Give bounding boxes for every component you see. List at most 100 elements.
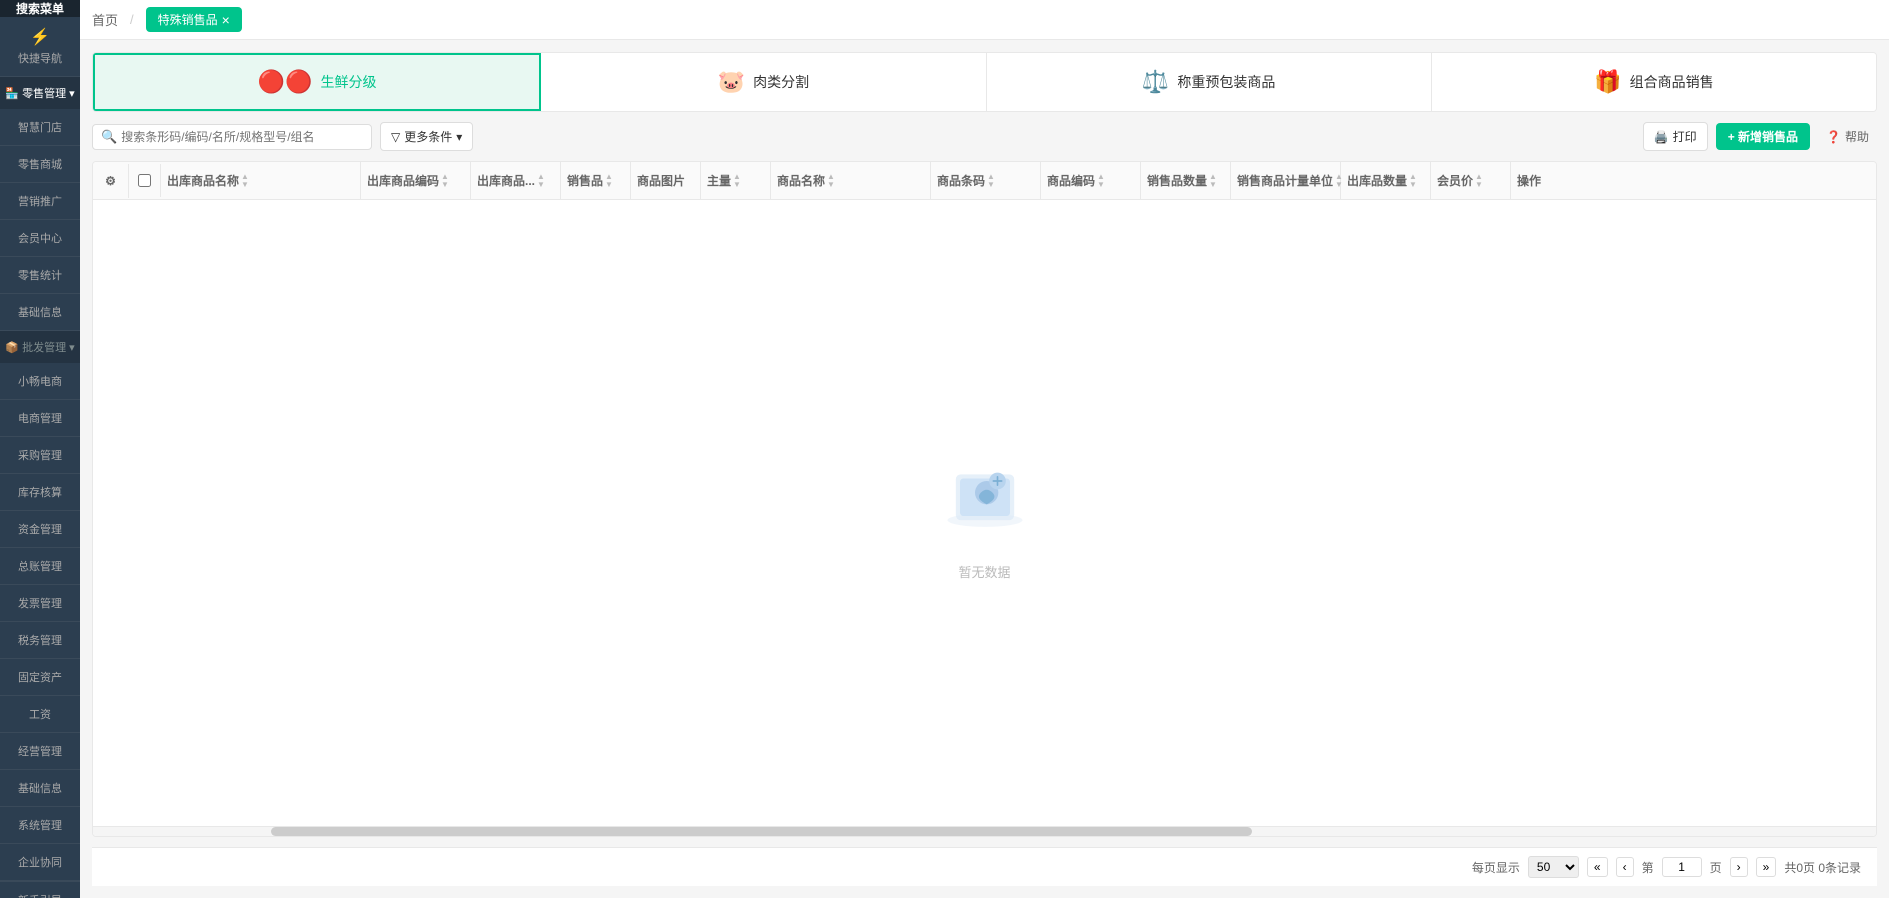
sort-icon[interactable]: ▲▼ xyxy=(827,173,835,189)
search-box[interactable]: 🔍 xyxy=(92,124,372,150)
sidebar-label: 批发管理 xyxy=(22,339,66,355)
th-weight: 主量 ▲▼ xyxy=(701,162,771,199)
fresh-grade-icon: 🔴🔴 xyxy=(258,69,313,95)
current-page-input[interactable] xyxy=(1662,857,1702,877)
sidebar-label: 电商管理 xyxy=(18,410,62,426)
chevron-down-icon: ▾ xyxy=(456,130,462,144)
weigh-pack-icon: ⚖️ xyxy=(1142,69,1169,95)
sidebar-item-ecom-mgmt[interactable]: 电商管理 xyxy=(0,400,80,437)
tab-weigh-pack[interactable]: ⚖️ 称重预包装商品 xyxy=(987,53,1432,111)
sidebar-item-basic-info[interactable]: 基础信息 xyxy=(0,294,80,331)
sort-icon[interactable]: ▲▼ xyxy=(605,173,613,189)
print-label: 打印 xyxy=(1673,128,1697,145)
sidebar-item-labor[interactable]: 工资 xyxy=(0,696,80,733)
toolbar-left: 🔍 ▽ 更多条件 ▾ xyxy=(92,122,473,151)
th-sale-item: 销售品 ▲▼ xyxy=(561,162,631,199)
sort-icon[interactable]: ▲▼ xyxy=(1209,173,1217,189)
sidebar-label: 工资 xyxy=(29,706,51,722)
horizontal-scrollbar[interactable] xyxy=(93,826,1876,836)
sidebar-item-inventory[interactable]: 库存核算 xyxy=(0,474,80,511)
sort-icon[interactable]: ▲▼ xyxy=(733,173,741,189)
th-settings[interactable]: ⚙ xyxy=(93,164,129,198)
toolbar: 🔍 ▽ 更多条件 ▾ 🖨️ 打印 + 新增销售品 ❓ xyxy=(92,122,1877,151)
sidebar-label: 基础信息 xyxy=(18,304,62,320)
sidebar-label: 企业协同 xyxy=(18,854,62,870)
sidebar-item-purchase[interactable]: 采购管理 xyxy=(0,437,80,474)
last-page-button[interactable]: » xyxy=(1756,857,1777,877)
sidebar-label: 智慧门店 xyxy=(18,119,62,135)
empty-text: 暂无数据 xyxy=(958,562,1010,581)
next-page-button[interactable]: › xyxy=(1730,857,1748,877)
sidebar-label: 会员中心 xyxy=(18,230,62,246)
first-page-button[interactable]: « xyxy=(1587,857,1608,877)
sidebar-item-smart-store[interactable]: 智慧门店 xyxy=(0,109,80,146)
tab-meat-cut[interactable]: 🐷 肉类分割 xyxy=(541,53,986,111)
sidebar-item-enterprise[interactable]: 企业协同 xyxy=(0,844,80,881)
scrollbar-thumb[interactable] xyxy=(271,827,1252,836)
th-checkbox[interactable] xyxy=(129,164,161,197)
th-out-code: 出库商品编码 ▲▼ xyxy=(361,162,471,199)
sidebar-item-invoice[interactable]: 发票管理 xyxy=(0,585,80,622)
combo-sale-icon: 🎁 xyxy=(1594,69,1621,95)
th-out-spec: 出库商品... ▲▼ xyxy=(471,162,561,199)
th-operation: 操作 xyxy=(1511,162,1876,199)
toolbar-right: 🖨️ 打印 + 新增销售品 ❓ 帮助 xyxy=(1643,122,1877,151)
sort-icon[interactable]: ▲▼ xyxy=(241,173,249,189)
filter-icon: ▽ xyxy=(391,130,400,144)
tab-close-button[interactable]: × xyxy=(222,12,230,28)
sort-icon[interactable]: ▲▼ xyxy=(987,173,995,189)
filter-button[interactable]: ▽ 更多条件 ▾ xyxy=(380,122,473,151)
sidebar-item-mini-ecom[interactable]: 小畅电商 xyxy=(0,363,80,400)
print-button[interactable]: 🖨️ 打印 xyxy=(1643,122,1708,151)
sidebar-label: 零售统计 xyxy=(18,267,62,283)
sidebar-label: 营销推广 xyxy=(18,193,62,209)
breadcrumb-home[interactable]: 首页 xyxy=(92,10,118,29)
sidebar-item-biz-mgmt[interactable]: 经营管理 xyxy=(0,733,80,770)
sidebar-label: 新手引导 xyxy=(18,892,62,898)
prev-page-button[interactable]: ‹ xyxy=(1616,857,1634,877)
sidebar-item-tax[interactable]: 税务管理 xyxy=(0,622,80,659)
sidebar-label: 发票管理 xyxy=(18,595,62,611)
sort-icon[interactable]: ▲▼ xyxy=(1475,173,1483,189)
sidebar-item-sys-mgmt[interactable]: 系统管理 xyxy=(0,807,80,844)
empty-state-icon xyxy=(935,446,1035,552)
sidebar-item-new-guide[interactable]: 新手引导 xyxy=(0,882,80,898)
sidebar-label: 经营管理 xyxy=(18,743,62,759)
page-size-select[interactable]: 50 10 20 100 xyxy=(1528,856,1579,878)
sidebar-logo-text[interactable]: 搜索菜单 xyxy=(16,0,64,17)
add-product-button[interactable]: + 新增销售品 xyxy=(1716,123,1810,150)
chevron-down-icon: ▾ xyxy=(69,87,75,100)
sidebar-item-marketing[interactable]: 营销推广 xyxy=(0,183,80,220)
sort-icon[interactable]: ▲▼ xyxy=(537,173,545,189)
column-settings-icon[interactable]: ⚙ xyxy=(105,174,116,188)
sidebar-item-fixed-assets[interactable]: 固定资产 xyxy=(0,659,80,696)
sort-icon[interactable]: ▲▼ xyxy=(1409,173,1417,189)
sidebar-item-basic-info2[interactable]: 基础信息 xyxy=(0,770,80,807)
sidebar-section-retail[interactable]: 🏪 零售管理 ▾ xyxy=(0,77,80,109)
sidebar-item-general-ledger[interactable]: 总账管理 xyxy=(0,548,80,585)
th-sale-unit: 销售商品计量单位 ▲▼ xyxy=(1231,162,1341,199)
sidebar-label: 资金管理 xyxy=(18,521,62,537)
sidebar-label: 采购管理 xyxy=(18,447,62,463)
sidebar-label: 库存核算 xyxy=(18,484,62,500)
sidebar-item-retail-mall[interactable]: 零售商城 xyxy=(0,146,80,183)
sidebar-item-finance[interactable]: 资金管理 xyxy=(0,511,80,548)
sidebar-item-quick-nav[interactable]: ⚡ 快捷导航 xyxy=(0,17,80,77)
sort-icon[interactable]: ▲▼ xyxy=(441,173,449,189)
active-tab[interactable]: 特殊销售品 × xyxy=(146,7,242,32)
sidebar-section-wholesale[interactable]: 📦 批发管理 ▾ xyxy=(0,331,80,363)
tab-label: 组合商品销售 xyxy=(1630,72,1714,92)
help-button[interactable]: ❓ 帮助 xyxy=(1818,123,1877,150)
select-all-checkbox[interactable] xyxy=(138,174,151,187)
page-unit: 页 xyxy=(1710,859,1722,876)
sidebar-item-retail-stats[interactable]: 零售统计 xyxy=(0,257,80,294)
sort-icon[interactable]: ▲▼ xyxy=(1097,173,1105,189)
tab-combo-sale[interactable]: 🎁 组合商品销售 xyxy=(1432,53,1876,111)
active-tab-label: 特殊销售品 xyxy=(158,11,218,28)
search-input[interactable] xyxy=(121,130,363,144)
tab-fresh-grade[interactable]: 🔴🔴 生鲜分级 xyxy=(93,53,541,111)
sidebar-item-member[interactable]: 会员中心 xyxy=(0,220,80,257)
main-content: 首页 / 特殊销售品 × 🔴🔴 生鲜分级 🐷 肉类分割 ⚖️ 称重预包装商品 🎁 xyxy=(80,0,1889,898)
th-sale-qty: 销售品数量 ▲▼ xyxy=(1141,162,1231,199)
th-vip-price: 会员价 ▲▼ xyxy=(1431,162,1511,199)
